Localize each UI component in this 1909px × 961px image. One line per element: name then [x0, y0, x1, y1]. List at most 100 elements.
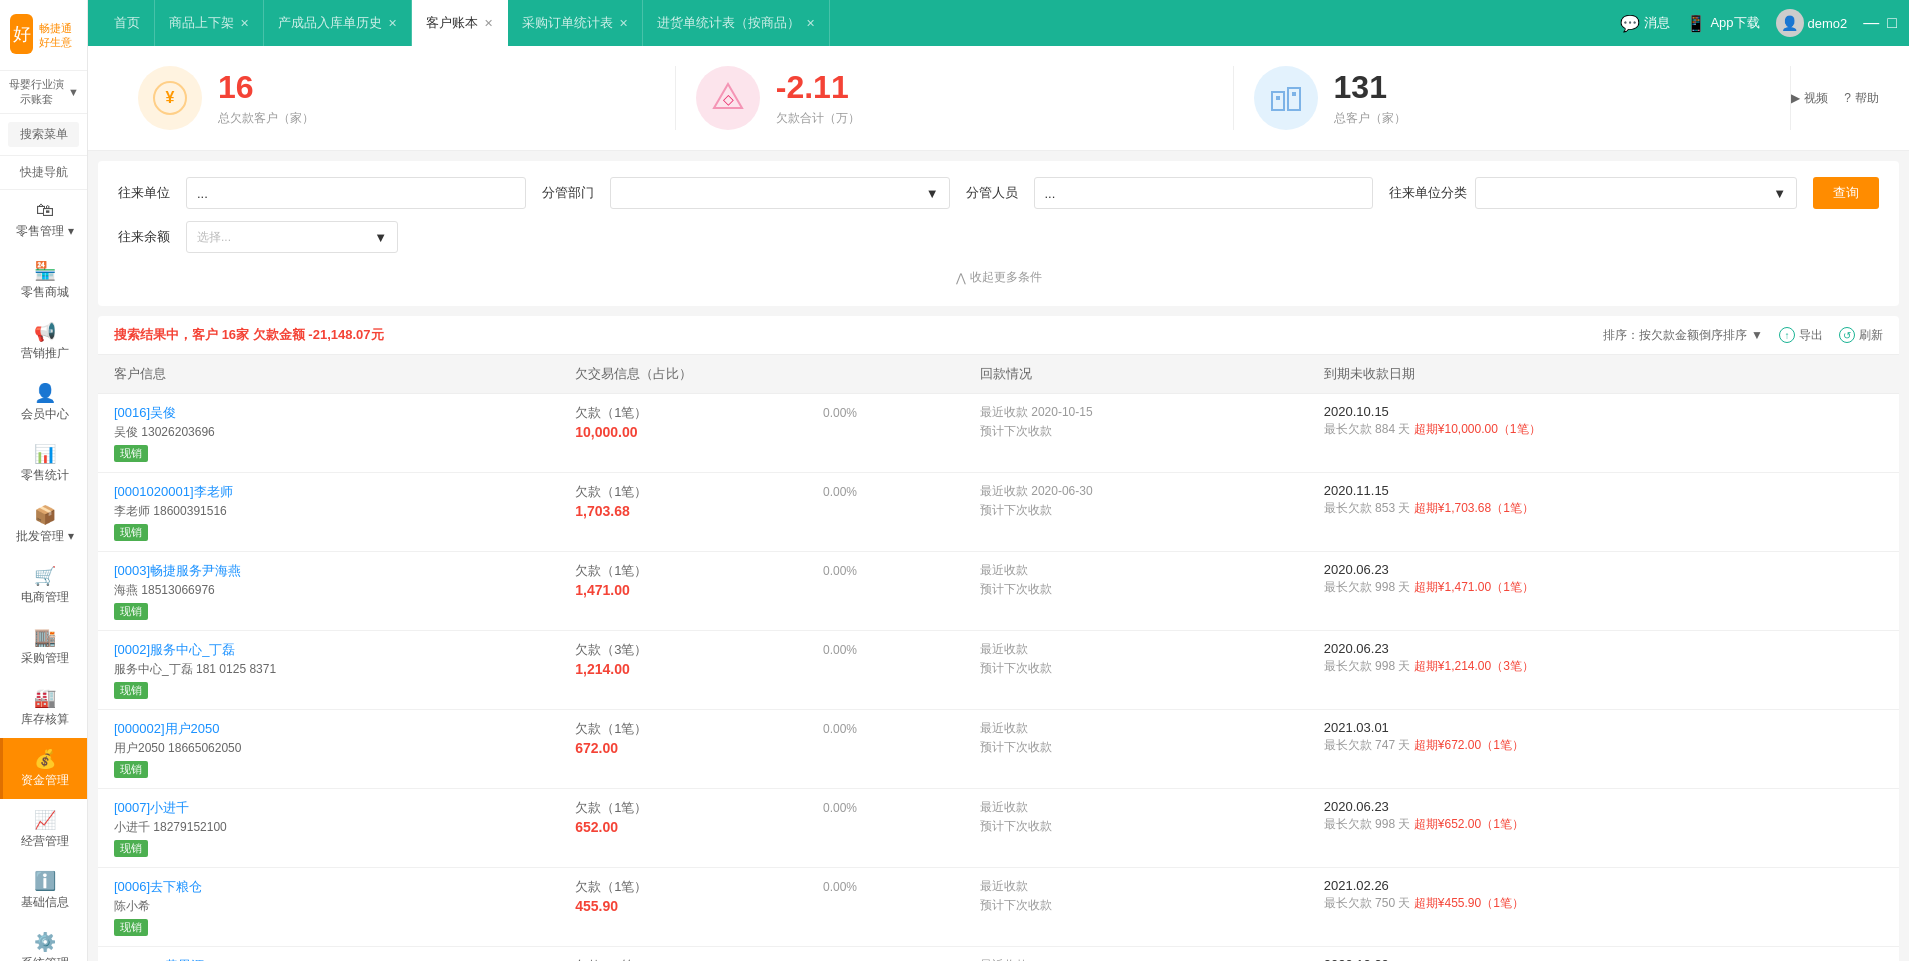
debt-total-label: 欠款合计（万）: [776, 110, 860, 127]
avatar: 👤: [1776, 9, 1804, 37]
sidebar-item-operations[interactable]: 📈 经营管理: [0, 799, 87, 860]
tab-customer-account-close[interactable]: ✕: [484, 17, 493, 30]
summary-count: 16家: [222, 327, 249, 342]
overdue-days: 最长欠款 747 天 超期¥672.00（1笔）: [1324, 737, 1883, 754]
balance-arrow-icon: ▼: [374, 230, 387, 245]
overdue-link[interactable]: 超期¥672.00（1笔）: [1414, 738, 1524, 752]
query-button[interactable]: 查询: [1813, 177, 1879, 209]
collapse-icon: ⋀: [956, 271, 966, 285]
overdue-days: 最长欠款 998 天 超期¥1,214.00（3笔）: [1324, 658, 1883, 675]
customer-name-link[interactable]: [0003]畅捷服务尹海燕: [114, 562, 543, 580]
debt-amount: 455.90: [575, 898, 791, 914]
sidebar-item-marketing[interactable]: 📢 营销推广: [0, 311, 87, 372]
sidebar-item-batch-mgmt[interactable]: 📦 批发管理 ▾: [0, 494, 87, 555]
debt-customers-label: 总欠款客户（家）: [218, 110, 314, 127]
overdue-link[interactable]: 超期¥1,703.68（1笔）: [1414, 501, 1534, 515]
tab-purchase-order-close[interactable]: ✕: [619, 17, 628, 30]
help-action[interactable]: ? 帮助: [1844, 90, 1879, 107]
refresh-label: 刷新: [1859, 327, 1883, 344]
tab-incoming-stats-close[interactable]: ✕: [806, 17, 815, 30]
maximize-button[interactable]: □: [1887, 14, 1897, 32]
view-video-action[interactable]: ▶ 视频: [1791, 90, 1828, 107]
member-icon: 👤: [7, 382, 83, 404]
ecommerce-icon: 🛒: [7, 565, 83, 587]
customer-name-link[interactable]: [000002]用户2050: [114, 720, 543, 738]
collapse-button[interactable]: ⋀ 收起更多条件: [956, 269, 1042, 286]
stat-card-debt-total: ◇ -2.11 欠款合计（万）: [676, 66, 1234, 130]
tab-product-history[interactable]: 产成品入库单历史 ✕: [264, 0, 412, 46]
user-action[interactable]: 👤 demo2: [1776, 9, 1848, 37]
debt-count: 欠款（1笔）: [575, 562, 791, 580]
sidebar-item-retail-stats[interactable]: 📊 零售统计: [0, 433, 87, 494]
customer-name-link[interactable]: [0001020001]李老师: [114, 483, 543, 501]
sidebar-item-basic-info[interactable]: ℹ️ 基础信息: [0, 860, 87, 921]
minimize-button[interactable]: —: [1863, 14, 1879, 32]
tab-incoming-stats[interactable]: 进货单统计表（按商品） ✕: [643, 0, 830, 46]
cell-debt-info: 欠款（1笔） 455.90: [559, 868, 807, 947]
debt-percent: 0.00%: [823, 801, 948, 815]
supplier-label: 往来单位: [118, 184, 178, 202]
debt-amount: 1,703.68: [575, 503, 791, 519]
dept-label: 分管部门: [542, 184, 602, 202]
filter-area: 往来单位 ... 分管部门 ▼ 分管人员: [98, 161, 1899, 306]
total-customers-icon: [1254, 66, 1318, 130]
sidebar-item-capital[interactable]: 💰 资金管理: [0, 738, 87, 799]
app-download-action[interactable]: 📱 App下载: [1686, 14, 1759, 33]
tab-product-listing-close[interactable]: ✕: [240, 17, 249, 30]
sort-button[interactable]: 排序：按欠款金额倒序排序 ▼: [1603, 327, 1763, 344]
sidebar-item-inventory[interactable]: 🏭 库存核算: [0, 677, 87, 738]
marketing-icon: 📢: [7, 321, 83, 343]
tab-home[interactable]: 首页: [100, 0, 155, 46]
sidebar-item-retail-mgmt[interactable]: 🛍 零售管理 ▾: [0, 190, 87, 250]
overdue-date: 2021.02.26: [1324, 878, 1883, 893]
menu-search[interactable]: 搜索菜单: [0, 114, 87, 156]
th-recover: 回款情况: [964, 355, 1308, 394]
tab-purchase-order[interactable]: 采购订单统计表 ✕: [508, 0, 643, 46]
overdue-link[interactable]: 超期¥1,471.00（1笔）: [1414, 580, 1534, 594]
recover-next: 预计下次收款: [980, 581, 1292, 598]
tab-product-listing[interactable]: 商品上下架 ✕: [155, 0, 264, 46]
customer-name-link[interactable]: [0002]服务中心_丁磊: [114, 641, 543, 659]
account-selector[interactable]: 母婴行业演示账套 ▼: [0, 71, 87, 114]
sidebar-item-system[interactable]: ⚙️ 系统管理: [0, 921, 87, 961]
quick-nav[interactable]: 快捷导航: [0, 156, 87, 190]
cell-debt-info: 欠款（1笔） 429.00: [559, 947, 807, 962]
sidebar-item-ecommerce[interactable]: 🛒 电商管理: [0, 555, 87, 616]
sidebar-item-purchase[interactable]: 🏬 采购管理: [0, 616, 87, 677]
customer-tag: 现销: [114, 524, 148, 541]
supplier-input[interactable]: ...: [186, 177, 526, 209]
customer-name-link[interactable]: [0006]去下粮仓: [114, 878, 543, 896]
customer-name-link[interactable]: [000001]黄思源: [114, 957, 543, 961]
export-button[interactable]: ↑ 导出: [1779, 327, 1823, 344]
overdue-link[interactable]: 超期¥652.00（1笔）: [1414, 817, 1524, 831]
refresh-button[interactable]: ↺ 刷新: [1839, 327, 1883, 344]
results-tools: 排序：按欠款金额倒序排序 ▼ ↑ 导出 ↺ 刷新: [1603, 327, 1883, 344]
cell-debt-percent: 0.00%: [807, 868, 964, 947]
customer-phone: 小进千 18279152100: [114, 819, 543, 836]
person-input[interactable]: ...: [1034, 177, 1374, 209]
overdue-link[interactable]: 超期¥455.90（1笔）: [1414, 896, 1524, 910]
overdue-link[interactable]: 超期¥1,214.00（3笔）: [1414, 659, 1534, 673]
balance-select[interactable]: 选择... ▼: [186, 221, 398, 253]
operations-icon: 📈: [7, 809, 83, 831]
overdue-date: 2020.06.23: [1324, 641, 1883, 656]
customer-name-link[interactable]: [0016]吴俊: [114, 404, 543, 422]
view-video-label: 视频: [1804, 90, 1828, 107]
category-select[interactable]: ▼: [1475, 177, 1797, 209]
sidebar-item-retail-mall[interactable]: 🏪 零售商城: [0, 250, 87, 311]
cell-debt-info: 欠款（1笔） 1,471.00: [559, 552, 807, 631]
person-dots: ...: [1045, 186, 1056, 201]
tab-customer-account[interactable]: 客户账本 ✕: [412, 0, 508, 46]
overdue-days: 最长欠款 884 天 超期¥10,000.00（1笔）: [1324, 421, 1883, 438]
debt-count: 欠款（3笔）: [575, 641, 791, 659]
message-action[interactable]: 💬 消息: [1620, 14, 1670, 33]
debt-amount: 10,000.00: [575, 424, 791, 440]
person-label: 分管人员: [966, 184, 1026, 202]
dept-select[interactable]: ▼: [610, 177, 950, 209]
sidebar-item-member[interactable]: 👤 会员中心: [0, 372, 87, 433]
customer-name-link[interactable]: [0007]小进千: [114, 799, 543, 817]
table-row: [0007]小进千 小进千 18279152100 现销 欠款（1笔） 652.…: [98, 789, 1899, 868]
overdue-link[interactable]: 超期¥10,000.00（1笔）: [1414, 422, 1541, 436]
basic-info-icon: ℹ️: [7, 870, 83, 892]
tab-product-history-close[interactable]: ✕: [388, 17, 397, 30]
